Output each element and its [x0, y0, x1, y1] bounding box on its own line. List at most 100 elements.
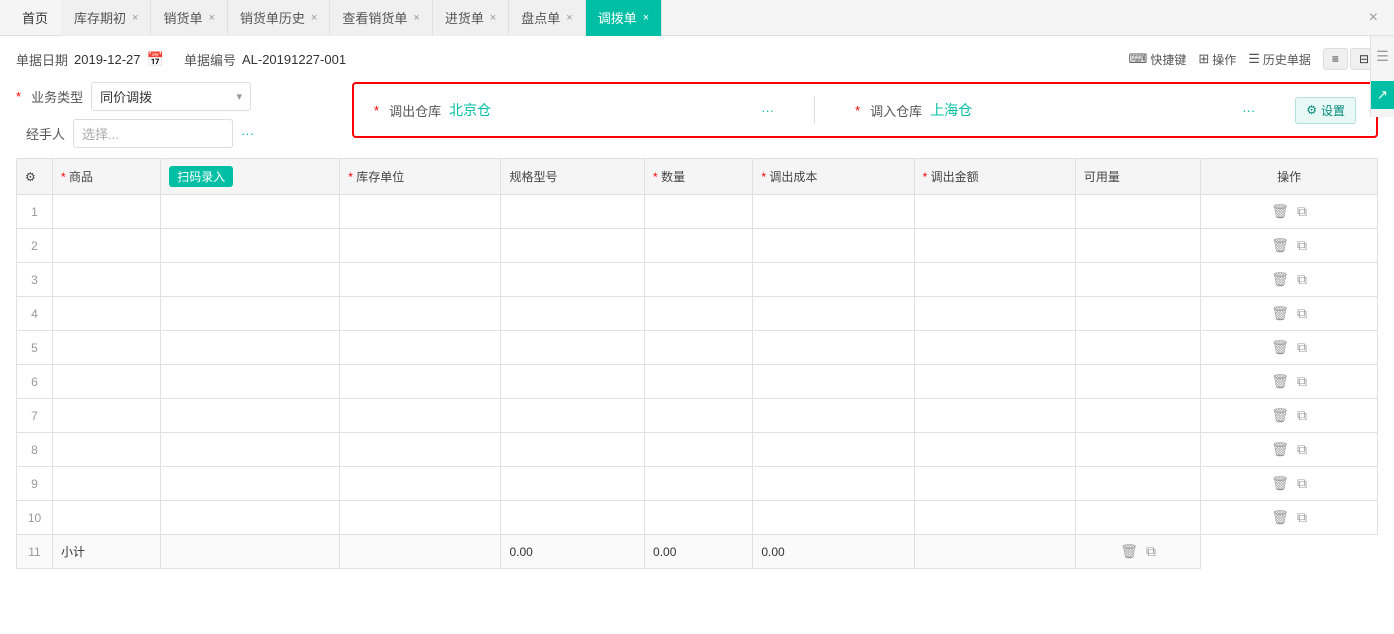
cell-amount-8: [914, 433, 1075, 467]
in-warehouse-value[interactable]: 上海仓: [930, 100, 972, 120]
close-tab-sales-order[interactable]: ×: [208, 12, 214, 24]
out-warehouse-more-btn[interactable]: ···: [761, 103, 774, 118]
close-all-tabs[interactable]: ×: [1361, 9, 1386, 27]
tab-inventory-init[interactable]: 库存期初 ×: [62, 0, 151, 36]
delete-row-10-btn[interactable]: 🗑: [1269, 507, 1291, 528]
cell-product-1[interactable]: [53, 195, 161, 229]
delete-row-8-btn[interactable]: 🗑: [1269, 439, 1291, 460]
in-warehouse-more-btn[interactable]: ···: [1242, 103, 1255, 118]
cell-product-4[interactable]: [53, 297, 161, 331]
copy-row-7-btn[interactable]: ⧉: [1295, 405, 1309, 426]
delete-row-7-btn[interactable]: 🗑: [1269, 405, 1291, 426]
table-body: 1 🗑 ⧉ 2: [17, 195, 1378, 569]
business-type-value: 同价调拨: [100, 87, 152, 106]
num-field: 单据编号 AL-20191227-001: [184, 50, 346, 69]
close-tab-transfer[interactable]: ×: [643, 12, 649, 24]
copy-row-9-btn[interactable]: ⧉: [1295, 473, 1309, 494]
table-wrapper[interactable]: ⚙ * 商品 扫码录入 * 库存单位 规格型号 * 数量: [16, 158, 1378, 569]
history-icon: ☰: [1248, 51, 1260, 67]
delete-row-11-btn[interactable]: 🗑: [1118, 541, 1140, 562]
cell-cost-5: [753, 331, 914, 365]
cell-product-10[interactable]: [53, 501, 161, 535]
cell-available-6: [1075, 365, 1200, 399]
delete-row-5-btn[interactable]: 🗑: [1269, 337, 1291, 358]
scan-input-btn[interactable]: 扫码录入: [169, 166, 233, 187]
delete-row-9-btn[interactable]: 🗑: [1269, 473, 1291, 494]
delete-row-1-btn[interactable]: 🗑: [1269, 201, 1291, 222]
business-type-dropdown[interactable]: 同价调拨 ▾: [91, 82, 251, 111]
th-settings[interactable]: ⚙: [17, 159, 53, 195]
copy-row-3-btn[interactable]: ⧉: [1295, 269, 1309, 290]
cell-product-6[interactable]: [53, 365, 161, 399]
copy-row-8-btn[interactable]: ⧉: [1295, 439, 1309, 460]
copy-row-1-btn[interactable]: ⧉: [1295, 201, 1309, 222]
tab-view-sales[interactable]: 查看销货单 ×: [330, 0, 432, 36]
cell-cost-1: [753, 195, 914, 229]
cell-spec-1: [501, 195, 645, 229]
history-btn[interactable]: ☰ 历史单据: [1248, 51, 1311, 68]
cell-cost-11: 0.00: [645, 535, 753, 569]
cell-available-9: [1075, 467, 1200, 501]
cell-quantity-1: [645, 195, 753, 229]
tab-sales-order[interactable]: 销货单 ×: [151, 0, 227, 36]
cell-scan-6: [161, 365, 340, 399]
tab-transfer[interactable]: 调拨单 ×: [586, 0, 662, 36]
out-warehouse-field: * 调出仓库 北京仓 ···: [374, 100, 774, 120]
warehouse-settings-btn[interactable]: ⚙ 设置: [1295, 97, 1356, 124]
delete-row-2-btn[interactable]: 🗑: [1269, 235, 1291, 256]
list-view-btn[interactable]: ≡: [1323, 48, 1348, 70]
operation-btn[interactable]: ⊞ 操作: [1198, 51, 1236, 68]
th-available: 可用量: [1075, 159, 1200, 195]
cell-product-11[interactable]: 小计: [53, 535, 161, 569]
tab-purchase-order[interactable]: 进货单 ×: [433, 0, 509, 36]
tab-stocktake[interactable]: 盘点单 ×: [509, 0, 585, 36]
close-tab-view-sales[interactable]: ×: [413, 12, 419, 24]
out-warehouse-value[interactable]: 北京仓: [449, 100, 491, 120]
tab-sales-history[interactable]: 销货单历史 ×: [228, 0, 330, 36]
close-tab-purchase-order[interactable]: ×: [490, 12, 496, 24]
business-type-label: 业务类型: [31, 87, 83, 106]
close-tab-inventory-init[interactable]: ×: [132, 12, 138, 24]
cell-scan-3: [161, 263, 340, 297]
tab-home[interactable]: 首页: [8, 0, 62, 36]
cell-product-3[interactable]: [53, 263, 161, 297]
sidebar-expand-icon[interactable]: ↗: [1371, 81, 1394, 109]
cell-spec-3: [501, 263, 645, 297]
cell-spec-6: [501, 365, 645, 399]
calendar-icon[interactable]: 📅: [147, 51, 164, 68]
handler-more-btn[interactable]: ···: [241, 126, 254, 141]
cell-cost-4: [753, 297, 914, 331]
cell-quantity-7: [645, 399, 753, 433]
cell-spec-8: [501, 433, 645, 467]
shortcut-btn[interactable]: ⌨ 快捷键: [1129, 51, 1187, 68]
copy-row-6-btn[interactable]: ⧉: [1295, 371, 1309, 392]
delete-row-4-btn[interactable]: 🗑: [1269, 303, 1291, 324]
copy-row-4-btn[interactable]: ⧉: [1295, 303, 1309, 324]
delete-row-6-btn[interactable]: 🗑: [1269, 371, 1291, 392]
cell-action-5: 🗑 ⧉: [1201, 331, 1378, 365]
cell-product-9[interactable]: [53, 467, 161, 501]
cell-unit-11: [161, 535, 340, 569]
cell-spec-9: [501, 467, 645, 501]
copy-row-10-btn[interactable]: ⧉: [1295, 507, 1309, 528]
close-tab-stocktake[interactable]: ×: [566, 12, 572, 24]
cell-product-7[interactable]: [53, 399, 161, 433]
out-warehouse-required-star: *: [374, 103, 379, 118]
date-value: 2019-12-27: [74, 52, 141, 67]
cell-product-2[interactable]: [53, 229, 161, 263]
cell-spec-5: [501, 331, 645, 365]
copy-row-5-btn[interactable]: ⧉: [1295, 337, 1309, 358]
cell-product-5[interactable]: [53, 331, 161, 365]
gear-icon: ⚙: [1306, 103, 1317, 117]
handler-input[interactable]: 选择...: [73, 119, 233, 148]
copy-row-2-btn[interactable]: ⧉: [1295, 235, 1309, 256]
delete-row-3-btn[interactable]: 🗑: [1269, 269, 1291, 290]
tab-bar: 首页 库存期初 × 销货单 × 销货单历史 × 查看销货单 × 进货单 × 盘点…: [0, 0, 1394, 36]
sidebar-list-icon[interactable]: ☰: [1372, 44, 1393, 69]
row-num-5: 5: [17, 331, 53, 365]
copy-row-11-btn[interactable]: ⧉: [1144, 541, 1158, 562]
shortcut-icon: ⌨: [1129, 51, 1148, 67]
cell-product-8[interactable]: [53, 433, 161, 467]
close-tab-sales-history[interactable]: ×: [311, 12, 317, 24]
cell-quantity-9: [645, 467, 753, 501]
